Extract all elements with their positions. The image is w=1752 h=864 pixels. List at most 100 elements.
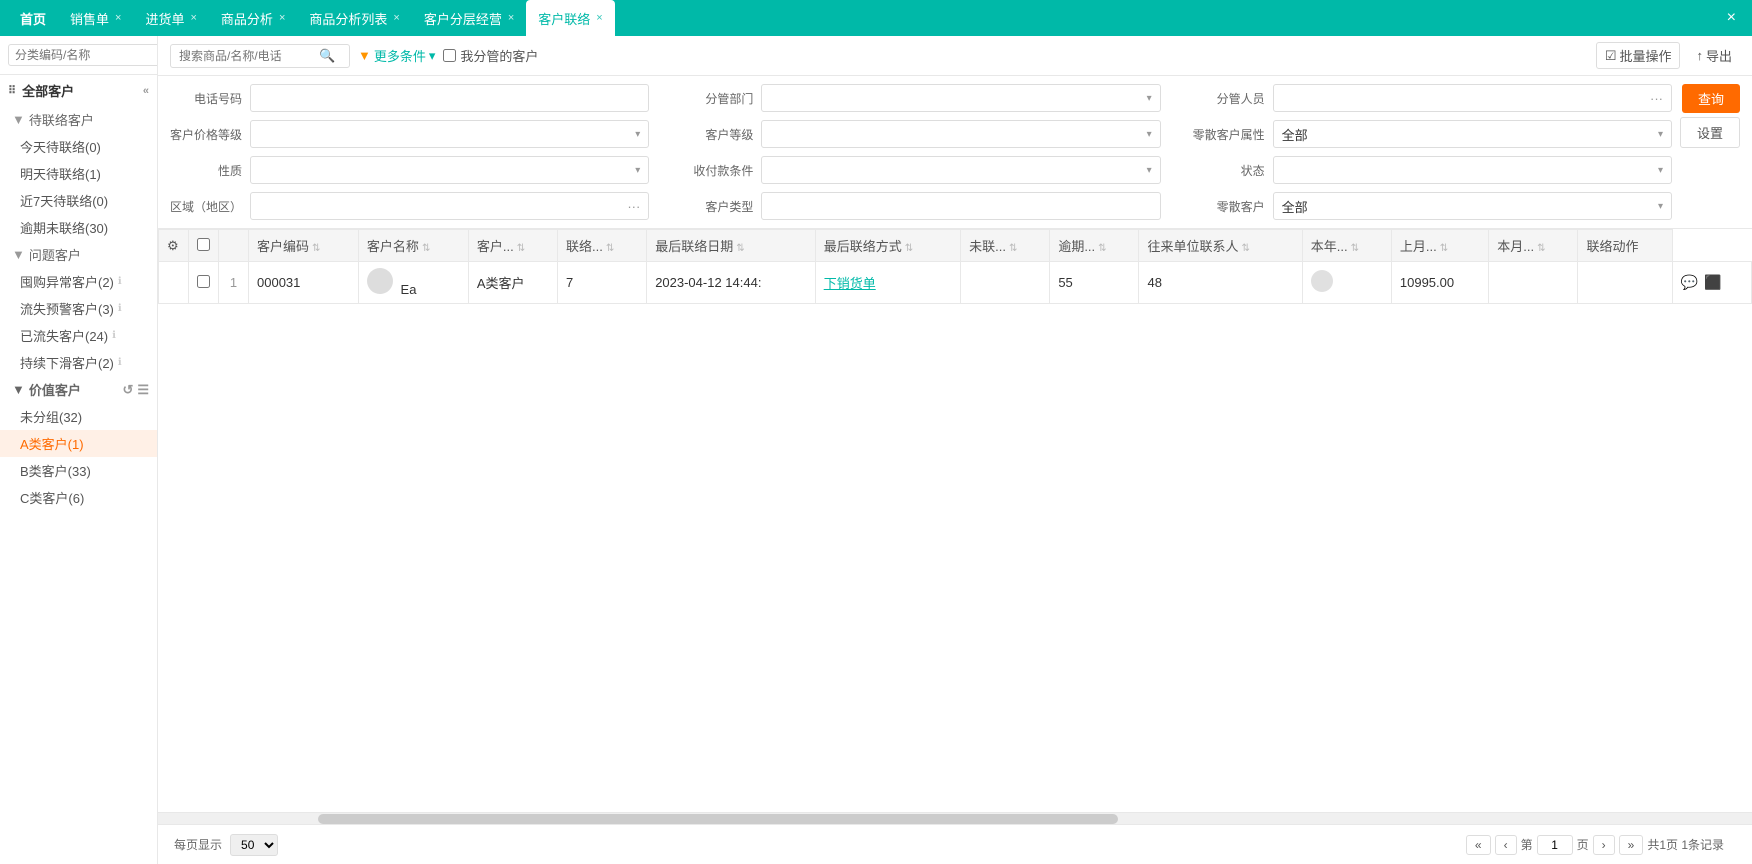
more-conditions-button[interactable]: ▼ 更多条件 ▾ xyxy=(358,46,435,65)
next-page-button[interactable]: › xyxy=(1593,835,1615,855)
th-last-month[interactable]: 上月...⇅ xyxy=(1391,230,1488,262)
prev-page-button[interactable]: ‹ xyxy=(1495,835,1517,855)
nature-select[interactable]: ▾ xyxy=(250,156,649,184)
sidebar-item-c-class[interactable]: C类客户(6) xyxy=(0,484,157,511)
close-icon[interactable]: × xyxy=(115,12,121,24)
query-button[interactable]: 查询 xyxy=(1682,84,1740,113)
sidebar-item-today[interactable]: 今天待联络(0) xyxy=(0,133,157,160)
group-pending-contact[interactable]: ▼ 待联络客户 xyxy=(0,106,157,133)
barcode-icon[interactable]: ⬛ xyxy=(1704,274,1721,291)
nav-tab-purchase[interactable]: 进货单 × xyxy=(133,0,208,36)
sidebar-item-churn-warn[interactable]: 流失预警客户(3) ℹ xyxy=(0,295,157,322)
sidebar: 🔍 ⠿ 全部客户 « ▼ 待联络客户 今天待联络(0) 明天待联络(1) 近7天… xyxy=(0,36,158,864)
td-name: Ea xyxy=(358,262,468,304)
region-input[interactable]: ··· xyxy=(250,192,649,220)
price-level-select[interactable]: ▾ xyxy=(250,120,649,148)
th-last-date[interactable]: 最后联络日期⇅ xyxy=(647,230,816,262)
last-page-button[interactable]: » xyxy=(1619,835,1644,855)
th-contact-person[interactable]: 往来单位联系人⇅ xyxy=(1139,230,1302,262)
my-customers-checkbox[interactable]: 我分管的客户 xyxy=(443,46,538,65)
refresh-icon[interactable]: ↺ xyxy=(122,382,133,398)
customer-level-select[interactable]: ▾ xyxy=(761,120,1160,148)
td-checkbox xyxy=(189,262,219,304)
sidebar-item-ungrouped[interactable]: 未分组(32) xyxy=(0,403,157,430)
sidebar-item-declining[interactable]: 持续下滑客户(2) ℹ xyxy=(0,349,157,376)
settings-icon[interactable]: ☰ xyxy=(137,382,149,398)
filter-cell-person: 分管人员 ··· xyxy=(1193,84,1672,112)
close-icon[interactable]: × xyxy=(596,12,602,24)
th-this-month[interactable]: 本月...⇅ xyxy=(1489,230,1578,262)
th-overdue[interactable]: 逾期...⇅ xyxy=(1050,230,1139,262)
sidebar-all-customers[interactable]: ⠿ 全部客户 « xyxy=(0,75,157,106)
sidebar-item-tomorrow[interactable]: 明天待联络(1) xyxy=(0,160,157,187)
my-customers-check[interactable] xyxy=(443,49,456,62)
close-icon[interactable]: × xyxy=(508,12,514,24)
sidebar-item-overdue[interactable]: 逾期未联络(30) xyxy=(0,214,157,241)
th-this-year[interactable]: 本年...⇅ xyxy=(1302,230,1391,262)
sidebar-item-a-class[interactable]: A类客户(1) xyxy=(0,430,157,457)
sidebar-item-hoarder[interactable]: 囤购异常客户(2) ℹ xyxy=(0,268,157,295)
table-wrap: ⚙ 客户编码⇅ 客户名称⇅ 客户...⇅ 联络...⇅ 最后联络日期⇅ 最后联络… xyxy=(158,229,1752,812)
sidebar-search-input[interactable] xyxy=(8,44,158,66)
group-problem-customers[interactable]: ▼ 问题客户 xyxy=(0,241,157,268)
total-info: 共1页 1条记录 xyxy=(1647,836,1724,853)
th-name[interactable]: 客户名称⇅ xyxy=(358,230,468,262)
retail-select[interactable]: 全部 ▾ xyxy=(1273,192,1672,220)
chevron-down-icon: ▾ xyxy=(1147,165,1152,176)
th-type[interactable]: 客户...⇅ xyxy=(468,230,557,262)
th-last-method[interactable]: 最后联络方式⇅ xyxy=(815,230,960,262)
per-page-label: 每页显示 xyxy=(174,836,222,853)
retail-attr-select[interactable]: 全部 ▾ xyxy=(1273,120,1672,148)
arrow-icon: ▼ xyxy=(12,112,25,127)
nav-tab-sales[interactable]: 销售单 × xyxy=(58,0,133,36)
sidebar-item-churned[interactable]: 已流失客户(24) ℹ xyxy=(0,322,157,349)
collapse-icon[interactable]: « xyxy=(143,85,149,97)
group-value-customers: ▼ 价值客户 ↺ ☰ xyxy=(0,376,157,403)
filter-search-input[interactable] xyxy=(179,49,319,63)
th-no-contact[interactable]: 未联...⇅ xyxy=(961,230,1050,262)
close-icon[interactable]: × xyxy=(279,12,285,24)
nav-tab-customer-contact[interactable]: 客户联络 × xyxy=(526,0,614,36)
filter-bar: 🔍 ▼ 更多条件 ▾ 我分管的客户 ☑ 批量操作 ↑ 导出 xyxy=(158,36,1752,76)
payment-select[interactable]: ▾ xyxy=(761,156,1160,184)
chevron-down-icon: ▾ xyxy=(635,129,640,140)
close-icon[interactable]: × xyxy=(190,12,196,24)
batch-ops-button[interactable]: ☑ 批量操作 xyxy=(1596,42,1681,69)
close-all-button[interactable]: × xyxy=(1719,5,1744,31)
nav-tab-goods-list[interactable]: 商品分析列表 × xyxy=(297,0,411,36)
select-all-checkbox[interactable] xyxy=(197,238,210,251)
row-checkbox[interactable] xyxy=(197,275,210,288)
th-code[interactable]: 客户编码⇅ xyxy=(249,230,359,262)
nav-tab-customer-segment[interactable]: 客户分层经营 × xyxy=(412,0,526,36)
scrollbar-thumb[interactable] xyxy=(318,814,1118,824)
export-button[interactable]: ↑ 导出 xyxy=(1688,43,1740,68)
phone-input[interactable] xyxy=(250,84,649,112)
td-action: 💬 ⬛ xyxy=(1672,262,1751,304)
nav-tab-home[interactable]: 首页 xyxy=(8,0,58,36)
settings-button[interactable]: 设置 xyxy=(1680,117,1740,148)
sidebar-item-b-class[interactable]: B类客户(33) xyxy=(0,457,157,484)
customer-type-input[interactable] xyxy=(761,192,1160,220)
person-input[interactable]: ··· xyxy=(1273,84,1672,112)
last-method-link[interactable]: 下销货单 xyxy=(824,276,876,291)
sort-icon: ⇅ xyxy=(517,243,525,254)
nav-tab-goods-analysis[interactable]: 商品分析 × xyxy=(209,0,297,36)
filter-cell-dept: 分管部门 ▾ xyxy=(681,84,1160,112)
sidebar-item-7days[interactable]: 近7天待联络(0) xyxy=(0,187,157,214)
status-select[interactable]: ▾ xyxy=(1273,156,1672,184)
first-page-button[interactable]: « xyxy=(1466,835,1491,855)
filter-cell-customer-level: 客户等级 ▾ xyxy=(681,120,1160,148)
search-icon[interactable]: 🔍 xyxy=(319,48,335,64)
horizontal-scrollbar[interactable] xyxy=(158,812,1752,824)
chat-icon[interactable]: 💬 xyxy=(1681,274,1698,291)
th-contact-count[interactable]: 联络...⇅ xyxy=(558,230,647,262)
close-icon[interactable]: × xyxy=(393,12,399,24)
dept-select[interactable]: ▾ xyxy=(761,84,1160,112)
chevron-down-icon: ▾ xyxy=(635,165,640,176)
phone-label: 电话号码 xyxy=(170,90,250,107)
per-page-select[interactable]: 50 xyxy=(230,834,278,856)
th-settings[interactable]: ⚙ xyxy=(159,230,189,262)
filter-cell-customer-type: 客户类型 xyxy=(681,192,1160,220)
page-number-input[interactable] xyxy=(1537,835,1573,855)
td-code: 000031 xyxy=(249,262,359,304)
